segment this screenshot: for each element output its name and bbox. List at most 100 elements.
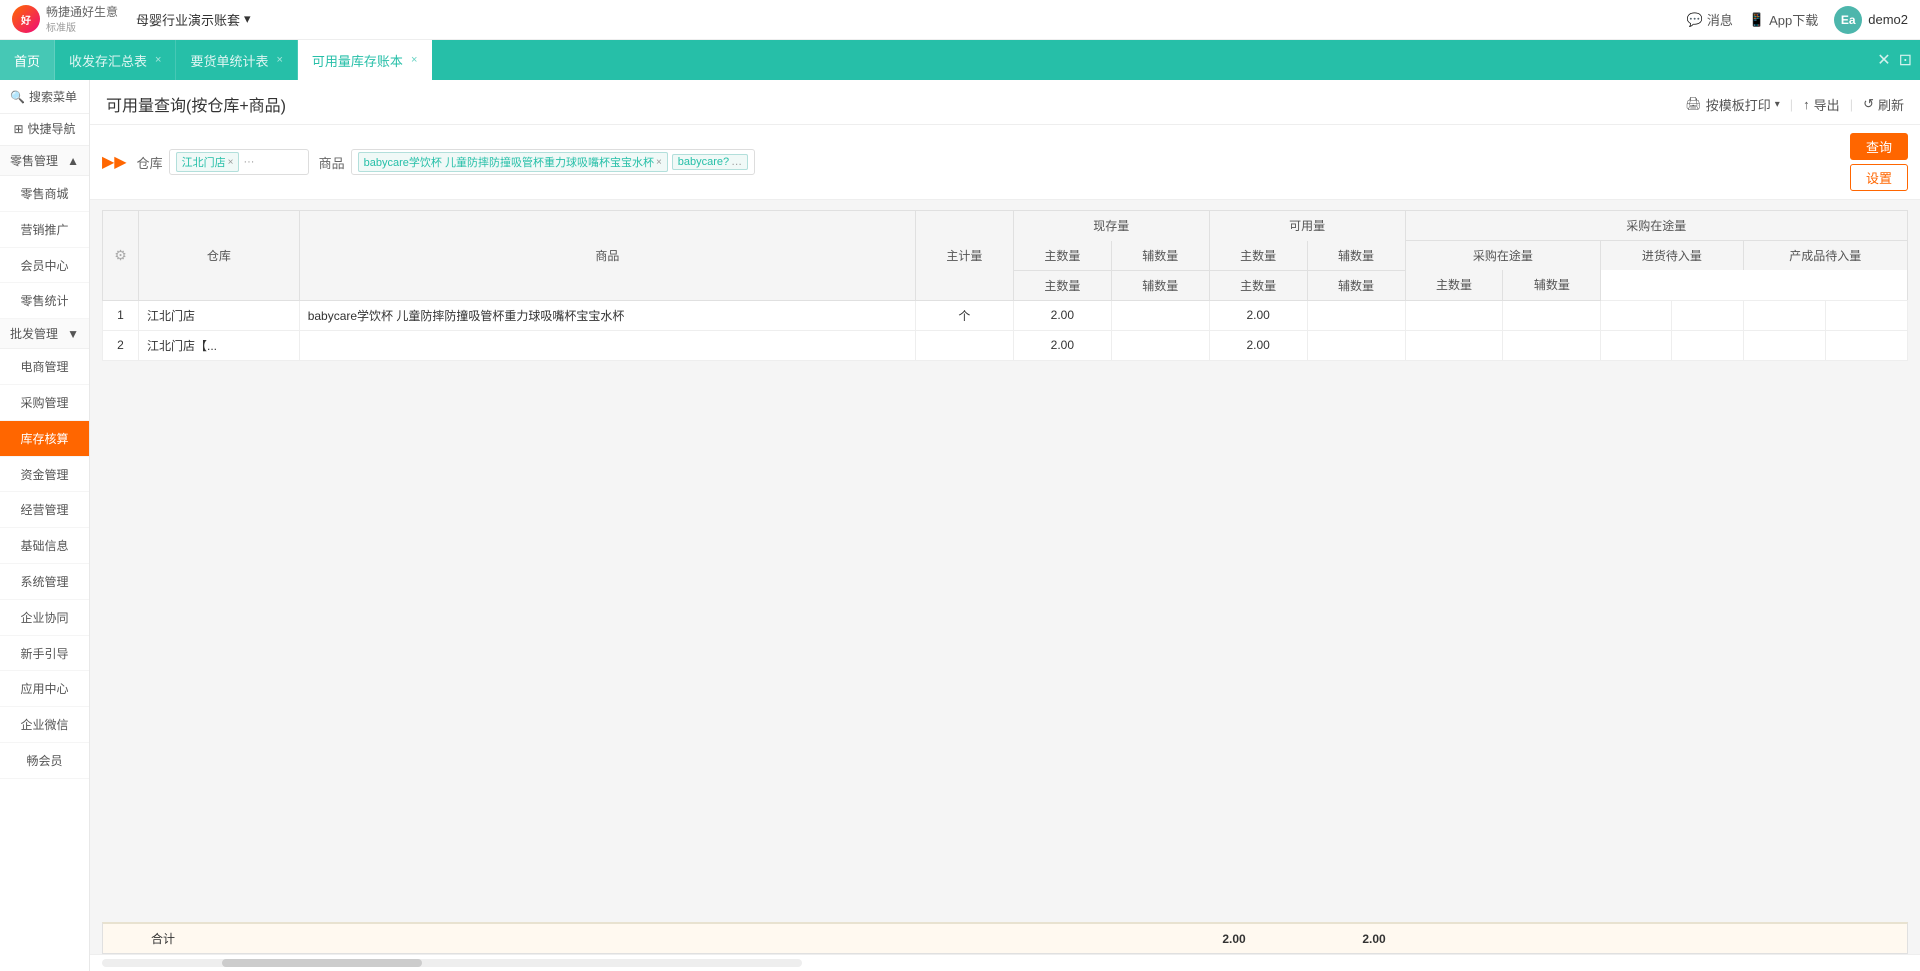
close-window-icon[interactable]: ✕ [1877, 50, 1890, 70]
divider1: | [1790, 97, 1793, 112]
tab-close-available-stock[interactable]: × [411, 54, 417, 66]
sidebar-item-marketing[interactable]: 营销推广 [0, 212, 89, 248]
sidebar-item-basic-info[interactable]: 基础信息 [0, 528, 89, 564]
industry-selector[interactable]: 母婴行业演示账套 ▾ [128, 8, 259, 31]
row2-warehouse: 江北门店【... [139, 330, 300, 360]
warehouse-more[interactable]: ··· [243, 156, 254, 168]
sidebar: 🔍 搜索菜单 ⊞ 快捷导航 零售管理 ▲ 零售商城 营销推广 会员中心 零售统计… [0, 80, 90, 971]
chevron-down-icon: ▾ [1775, 99, 1780, 110]
logo-area: 好 畅捷通好生意 标准版 [12, 5, 118, 34]
th-incoming-group: 采购在途量 [1405, 211, 1908, 241]
nav-tabs: 首页 收发存汇总表 × 要货单统计表 × 可用量库存账本 × ✕ ⊡ [0, 40, 1920, 80]
row1-unit: 个 [915, 300, 1013, 330]
warehouse-filter-input[interactable]: 江北门店 × ··· [169, 149, 309, 175]
message-action[interactable]: 💬 消息 [1687, 10, 1733, 29]
tab-available-stock[interactable]: 可用量库存账本 × [298, 40, 432, 80]
tab-receive-send[interactable]: 收发存汇总表 × [55, 40, 176, 80]
page-title: 可用量查询(按仓库+商品) [106, 92, 286, 116]
row2-available-main: 2.00 [1209, 330, 1307, 360]
th-product: 商品 [299, 211, 915, 301]
row2-production-main [1743, 330, 1825, 360]
maximize-icon[interactable]: ⊡ [1899, 50, 1912, 70]
row1-warehouse: 江北门店 [139, 300, 300, 330]
top-bar-left: 好 畅捷通好生意 标准版 母婴行业演示账套 ▾ [12, 5, 259, 34]
sidebar-item-app-center[interactable]: 应用中心 [0, 671, 89, 707]
inventory-table: ⚙ 仓库 商品 主计量 现存量 可用量 采购在途量 主数量 辅数量 主数量 辅数… [102, 210, 1908, 361]
th-current-stock-group: 现存量 [1013, 211, 1209, 241]
row2-purchase-aux [1503, 330, 1601, 360]
sidebar-item-retail-stats[interactable]: 零售统计 [0, 283, 89, 319]
filter-bar: ▶▶ 仓库 江北门店 × ··· 商品 babycare学饮杯 儿童防摔防撞吸管… [90, 125, 1920, 200]
top-bar: 好 畅捷通好生意 标准版 母婴行业演示账套 ▾ 💬 消息 📱 App下载 Ea … [0, 0, 1920, 40]
message-icon: 💬 [1687, 12, 1703, 28]
download-action[interactable]: 📱 App下载 [1749, 10, 1818, 29]
warehouse-tag-close[interactable]: × [228, 157, 234, 168]
horizontal-scrollbar-thumb[interactable] [222, 959, 422, 967]
sidebar-item-enterprise-collab[interactable]: 企业协同 [0, 600, 89, 636]
refresh-button[interactable]: ↺ 刷新 [1863, 95, 1904, 114]
user-area[interactable]: Ea demo2 [1834, 6, 1908, 34]
page-header: 可用量查询(按仓库+商品) 🖨 按模板打印 ▾ | ↑ 导出 | ↺ 刷新 [90, 80, 1920, 125]
product-tag1-close[interactable]: × [656, 157, 662, 168]
sidebar-item-retail-mall[interactable]: 零售商城 [0, 176, 89, 212]
tab-order-stats[interactable]: 要货单统计表 × [176, 40, 297, 80]
sidebar-item-enterprise-wechat[interactable]: 企业微信 [0, 707, 89, 743]
export-button[interactable]: ↑ 导出 [1803, 95, 1840, 114]
table-area: ⚙ 仓库 商品 主计量 现存量 可用量 采购在途量 主数量 辅数量 主数量 辅数… [90, 200, 1920, 922]
th-settings: ⚙ [103, 211, 139, 301]
sidebar-item-vip-member[interactable]: 畅会员 [0, 743, 89, 779]
download-icon: 📱 [1749, 12, 1765, 28]
sidebar-item-retail-mgmt[interactable]: 零售管理 ▲ [0, 146, 89, 176]
th-purchase-main: 主数量 [1013, 270, 1111, 300]
top-bar-right: 💬 消息 📱 App下载 Ea demo2 [1687, 6, 1908, 34]
settings-button[interactable]: 设置 [1850, 164, 1908, 191]
logo-text: 畅捷通好生意 [46, 5, 118, 19]
print-button[interactable]: 🖨 按模板打印 ▾ [1685, 95, 1780, 114]
row2-current-aux [1111, 330, 1209, 360]
print-icon: 🖨 [1685, 96, 1702, 112]
filter-toggle-icon[interactable]: ▶▶ [102, 152, 127, 172]
tab-close-order-stats[interactable]: × [276, 54, 282, 66]
sidebar-search[interactable]: 🔍 搜索菜单 [0, 80, 89, 114]
table-scroll-bottom [90, 954, 1920, 971]
th-incoming-aux: 辅数量 [1307, 270, 1405, 300]
sidebar-item-ecommerce-mgmt[interactable]: 电商管理 [0, 349, 89, 385]
sidebar-item-operations-mgmt[interactable]: 经营管理 [0, 492, 89, 528]
sidebar-quick-nav[interactable]: ⊞ 快捷导航 [0, 114, 89, 146]
row2-current-main: 2.00 [1013, 330, 1111, 360]
tab-home[interactable]: 首页 [0, 40, 55, 80]
chevron-up-icon: ▲ [67, 154, 79, 168]
th-unit: 主计量 [915, 211, 1013, 301]
query-button[interactable]: 查询 [1850, 133, 1908, 160]
footer-row: 合计 2.00 2.00 [111, 930, 1899, 947]
warehouse-filter-group: 仓库 江北门店 × ··· [137, 149, 309, 175]
nav-tabs-right: ✕ ⊡ [1877, 40, 1920, 80]
sidebar-item-purchase-mgmt[interactable]: 采购管理 [0, 385, 89, 421]
th-incoming-group2: 进货待入量 [1601, 241, 1743, 271]
horizontal-scrollbar-track[interactable] [102, 959, 802, 967]
row1-available-main: 2.00 [1209, 300, 1307, 330]
th-production-group: 产成品待入量 [1743, 241, 1907, 271]
product-filter-input[interactable]: babycare学饮杯 儿童防摔防撞吸管杯重力球吸嘴杯宝宝水杯 × babyca… [351, 149, 756, 175]
table-row: 2 江北门店【... 2.00 2.00 [103, 330, 1908, 360]
sidebar-item-inventory-check[interactable]: 库存核算 [0, 421, 89, 457]
th-incoming-main: 主数量 [1209, 270, 1307, 300]
row1-current-main: 2.00 [1013, 300, 1111, 330]
page-actions: 🖨 按模板打印 ▾ | ↑ 导出 | ↺ 刷新 [1685, 95, 1904, 114]
column-settings-icon[interactable]: ⚙ [114, 247, 127, 263]
sidebar-item-finance-mgmt[interactable]: 资金管理 [0, 457, 89, 493]
footer-available-main: 2.00 [1339, 932, 1409, 946]
row2-production-aux [1825, 330, 1907, 360]
row1-current-aux [1111, 300, 1209, 330]
content-area: 可用量查询(按仓库+商品) 🖨 按模板打印 ▾ | ↑ 导出 | ↺ 刷新 [90, 80, 1920, 971]
sidebar-item-new-guide[interactable]: 新手引导 [0, 636, 89, 672]
row2-unit [915, 330, 1013, 360]
chevron-down-icon: ▾ [244, 11, 251, 27]
sidebar-item-member-center[interactable]: 会员中心 [0, 248, 89, 284]
tab-close-receive-send[interactable]: × [155, 54, 161, 66]
th-current-aux: 辅数量 [1111, 241, 1209, 271]
sidebar-item-system-mgmt[interactable]: 系统管理 [0, 564, 89, 600]
sidebar-item-wholesale-mgmt[interactable]: 批发管理 ▼ [0, 319, 89, 349]
refresh-icon: ↺ [1863, 96, 1874, 112]
search-icon: 🔍 [10, 90, 25, 104]
